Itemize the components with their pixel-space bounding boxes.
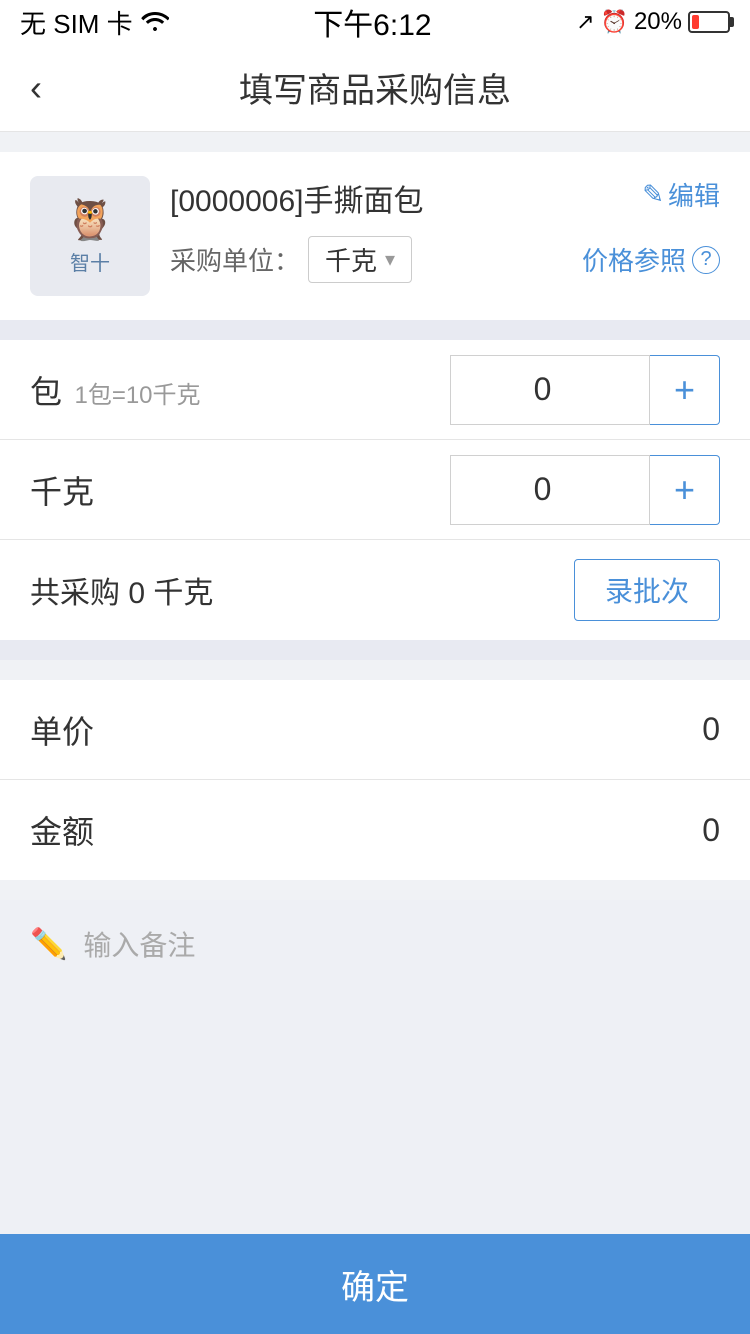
confirm-button-label: 确定 (341, 1260, 409, 1309)
back-button[interactable]: ‹ (30, 67, 90, 109)
edit-icon: ✎ (642, 179, 664, 210)
edit-button[interactable]: ✎ 编辑 (642, 176, 720, 213)
status-bar: 无 SIM 卡 下午6:12 ↗ ⏰ 20% (0, 0, 750, 44)
battery (688, 11, 730, 33)
price-ref-button[interactable]: 价格参照 ? (582, 241, 720, 278)
unit-price-row: 单价 0 (0, 680, 750, 780)
unit-select[interactable]: 千克 ▾ (308, 236, 412, 283)
input-section: 包 1包=10千克 + 千克 + (0, 340, 750, 540)
kg-input-control: + (450, 455, 720, 525)
confirm-button[interactable]: 确定 (0, 1234, 750, 1334)
product-thumb-owl: 🦉 (65, 196, 115, 243)
product-thumb-label: 智十 (70, 247, 110, 276)
bag-label: 包 (30, 374, 62, 410)
nav-bar: ‹ 填写商品采购信息 (0, 44, 750, 132)
status-left: 无 SIM 卡 (20, 4, 169, 41)
bag-input-control: + (450, 355, 720, 425)
amount-row: 金额 0 (0, 780, 750, 880)
unit-label: 采购单位： (170, 241, 300, 278)
kg-plus-button[interactable]: + (650, 455, 720, 525)
status-time: 下午6:12 (313, 0, 431, 44)
section-divider-2 (0, 640, 750, 660)
amount-value: 0 (702, 812, 720, 849)
product-thumbnail: 🦉 智十 (30, 176, 150, 296)
pencil-icon: ✏️ (30, 927, 67, 962)
edit-label: 编辑 (668, 176, 720, 213)
product-card: 🦉 智十 [0000006]手撕面包 ✎ 编辑 采购单位： 千克 ▾ 价格参照 … (0, 152, 750, 320)
kg-quantity-input[interactable] (450, 455, 650, 525)
bag-label-container: 包 1包=10千克 (30, 367, 450, 413)
summary-row: 共采购 0 千克 录批次 (0, 540, 750, 640)
battery-percent: 20% (634, 8, 682, 36)
no-sim-text: 无 SIM 卡 (20, 4, 133, 41)
product-name: [0000006]手撕面包 (170, 176, 423, 220)
remark-placeholder: 输入备注 (83, 924, 195, 964)
price-ref-label: 价格参照 (582, 241, 686, 278)
product-info: [0000006]手撕面包 ✎ 编辑 采购单位： 千克 ▾ 价格参照 ? (170, 176, 720, 283)
unit-value: 千克 (325, 241, 377, 278)
status-right: ↗ ⏰ 20% (576, 8, 730, 36)
bag-plus-button[interactable]: + (650, 355, 720, 425)
bag-sub-label: 1包=10千克 (74, 382, 200, 409)
kg-label-container: 千克 (30, 467, 450, 513)
batch-button[interactable]: 录批次 (574, 559, 720, 621)
remark-section[interactable]: ✏️ 输入备注 (0, 900, 750, 988)
summary-text: 共采购 0 千克 (30, 568, 213, 612)
location-icon: ↗ (576, 9, 594, 35)
kg-input-row: 千克 + (0, 440, 750, 540)
section-divider-1 (0, 320, 750, 340)
bag-input-row: 包 1包=10千克 + (0, 340, 750, 440)
wifi-icon (141, 7, 169, 38)
alarm-icon: ⏰ (601, 9, 628, 35)
help-icon: ? (692, 246, 720, 274)
bag-quantity-input[interactable] (450, 355, 650, 425)
page-title: 填写商品采购信息 (239, 63, 511, 112)
kg-label: 千克 (30, 474, 94, 510)
product-header: [0000006]手撕面包 ✎ 编辑 (170, 176, 720, 220)
unit-price-label: 单价 (30, 707, 94, 753)
price-section: 单价 0 金额 0 (0, 680, 750, 880)
product-unit-row: 采购单位： 千克 ▾ 价格参照 ? (170, 236, 720, 283)
unit-price-value: 0 (702, 711, 720, 748)
amount-label: 金额 (30, 807, 94, 853)
dropdown-icon: ▾ (385, 247, 395, 272)
